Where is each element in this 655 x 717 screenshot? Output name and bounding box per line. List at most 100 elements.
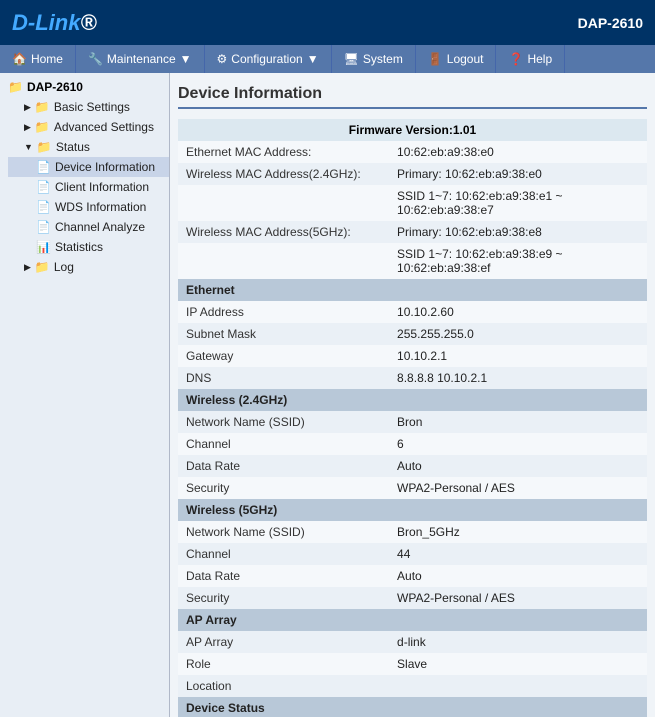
table-row: SSID 1~7: 10:62:eb:a9:38:e9 ~ 10:62:eb:a… <box>178 243 647 279</box>
section-header: Wireless (5GHz) <box>178 499 647 521</box>
config-icon: ⚙ <box>217 52 228 66</box>
sidebar-label-stats: Statistics <box>55 240 103 254</box>
doc-icon-channel: 📄 <box>36 220 51 234</box>
model-label: DAP-2610 <box>578 15 643 31</box>
sidebar-item-wds-info[interactable]: 📄 WDS Information <box>8 197 169 217</box>
folder-icon-log: 📁 <box>35 260 50 274</box>
home-icon: 🏠 <box>12 52 27 66</box>
row-value: Primary: 10:62:eb:a9:38:e8 <box>389 221 647 243</box>
nav-maintenance[interactable]: 🔧 Maintenance ▼ <box>76 45 205 73</box>
table-row: Wireless (5GHz) <box>178 499 647 521</box>
doc-icon-client: 📄 <box>36 180 51 194</box>
sidebar-item-advanced-settings[interactable]: ▶ 📁 Advanced Settings <box>8 117 169 137</box>
row-label <box>178 243 389 279</box>
row-value: SSID 1~7: 10:62:eb:a9:38:e9 ~ 10:62:eb:a… <box>389 243 647 279</box>
row-label <box>178 185 389 221</box>
row-value: Bron <box>389 411 647 433</box>
sidebar-root[interactable]: 📁 DAP-2610 <box>0 77 169 97</box>
sidebar-label-client-info: Client Information <box>55 180 149 194</box>
table-row: Location <box>178 675 647 697</box>
page-title: Device Information <box>178 81 647 109</box>
row-value: 10.10.2.60 <box>389 301 647 323</box>
nav-home-label: Home <box>31 52 63 66</box>
table-row: Gateway10.10.2.1 <box>178 345 647 367</box>
nav-maintenance-label: Maintenance <box>107 52 176 66</box>
row-value: 8.8.8.8 10.10.2.1 <box>389 367 647 389</box>
row-value: d-link <box>389 631 647 653</box>
sidebar-item-channel-analyze[interactable]: 📄 Channel Analyze <box>8 217 169 237</box>
sidebar-label-wds: WDS Information <box>55 200 146 214</box>
row-label: Security <box>178 477 389 499</box>
table-row: Data RateAuto <box>178 565 647 587</box>
firmware-value: Firmware Version:1.01 <box>178 119 647 141</box>
nav-home[interactable]: 🏠 Home <box>0 45 76 73</box>
row-label: Network Name (SSID) <box>178 521 389 543</box>
row-label: Role <box>178 653 389 675</box>
sidebar-item-statistics[interactable]: 📊 Statistics <box>8 237 169 257</box>
table-row: Network Name (SSID)Bron <box>178 411 647 433</box>
sidebar-label-channel: Channel Analyze <box>55 220 145 234</box>
row-label: Channel <box>178 543 389 565</box>
sidebar-item-status[interactable]: ▼ 📁 Status <box>8 137 169 157</box>
row-label: IP Address <box>178 301 389 323</box>
table-row: RoleSlave <box>178 653 647 675</box>
doc-icon-wds: 📄 <box>36 200 51 214</box>
row-label: Channel <box>178 433 389 455</box>
help-icon: ❓ <box>508 52 523 66</box>
nav-help[interactable]: ❓ Help <box>496 45 565 73</box>
folder-icon: 📁 <box>8 80 23 94</box>
row-value: 10.10.2.1 <box>389 345 647 367</box>
table-row: SecurityWPA2-Personal / AES <box>178 477 647 499</box>
table-row: SSID 1~7: 10:62:eb:a9:38:e1 ~ 10:62:eb:a… <box>178 185 647 221</box>
navbar: 🏠 Home 🔧 Maintenance ▼ ⚙ Configuration ▼… <box>0 45 655 73</box>
nav-logout-label: Logout <box>447 52 484 66</box>
row-label: Data Rate <box>178 565 389 587</box>
doc-icon-device: 📄 <box>36 160 51 174</box>
logo: D-Link® <box>12 10 97 36</box>
row-value: Auto <box>389 455 647 477</box>
nav-logout[interactable]: 🚪 Logout <box>416 45 497 73</box>
sidebar: 📁 DAP-2610 ▶ 📁 Basic Settings ▶ 📁 Advanc… <box>0 73 170 717</box>
row-value: 10:62:eb:a9:38:e0 <box>389 141 647 163</box>
nav-system[interactable]: 🖥 System <box>332 45 416 73</box>
folder-icon-adv: 📁 <box>35 120 50 134</box>
sidebar-item-device-info[interactable]: 📄 Device Information <box>8 157 169 177</box>
section-header: Wireless (2.4GHz) <box>178 389 647 411</box>
device-info-table: Firmware Version:1.01 Ethernet MAC Addre… <box>178 119 647 717</box>
content-area: Device Information Firmware Version:1.01… <box>170 73 655 717</box>
row-value: WPA2-Personal / AES <box>389 587 647 609</box>
row-label: Security <box>178 587 389 609</box>
table-row: Device Status <box>178 697 647 717</box>
row-value: 6 <box>389 433 647 455</box>
row-value <box>389 675 647 697</box>
sidebar-label-adv: Advanced Settings <box>54 120 154 134</box>
row-label: AP Array <box>178 631 389 653</box>
expand-icon-adv: ▶ <box>24 122 31 133</box>
section-header: AP Array <box>178 609 647 631</box>
row-value: SSID 1~7: 10:62:eb:a9:38:e1 ~ 10:62:eb:a… <box>389 185 647 221</box>
system-icon: 🖥 <box>344 52 359 66</box>
row-label: Location <box>178 675 389 697</box>
sidebar-group: ▶ 📁 Basic Settings ▶ 📁 Advanced Settings… <box>0 97 169 277</box>
folder-icon-basic: 📁 <box>35 100 50 114</box>
sidebar-root-label: DAP-2610 <box>27 80 83 94</box>
chevron-down-icon-2: ▼ <box>307 52 319 66</box>
chart-icon-stats: 📊 <box>36 240 51 254</box>
row-label: Wireless MAC Address(2.4GHz): <box>178 163 389 185</box>
sidebar-item-log[interactable]: ▶ 📁 Log <box>8 257 169 277</box>
table-row: Subnet Mask255.255.255.0 <box>178 323 647 345</box>
table-row: SecurityWPA2-Personal / AES <box>178 587 647 609</box>
table-row: Network Name (SSID)Bron_5GHz <box>178 521 647 543</box>
nav-help-label: Help <box>527 52 552 66</box>
nav-system-label: System <box>363 52 403 66</box>
sidebar-item-client-info[interactable]: 📄 Client Information <box>8 177 169 197</box>
nav-configuration[interactable]: ⚙ Configuration ▼ <box>205 45 332 73</box>
sidebar-item-basic-settings[interactable]: ▶ 📁 Basic Settings <box>8 97 169 117</box>
table-row: Wireless MAC Address(2.4GHz):Primary: 10… <box>178 163 647 185</box>
table-row: Ethernet <box>178 279 647 301</box>
row-label: Gateway <box>178 345 389 367</box>
nav-configuration-label: Configuration <box>231 52 302 66</box>
table-row: IP Address10.10.2.60 <box>178 301 647 323</box>
row-value: 255.255.255.0 <box>389 323 647 345</box>
expand-icon-status: ▼ <box>24 142 33 152</box>
